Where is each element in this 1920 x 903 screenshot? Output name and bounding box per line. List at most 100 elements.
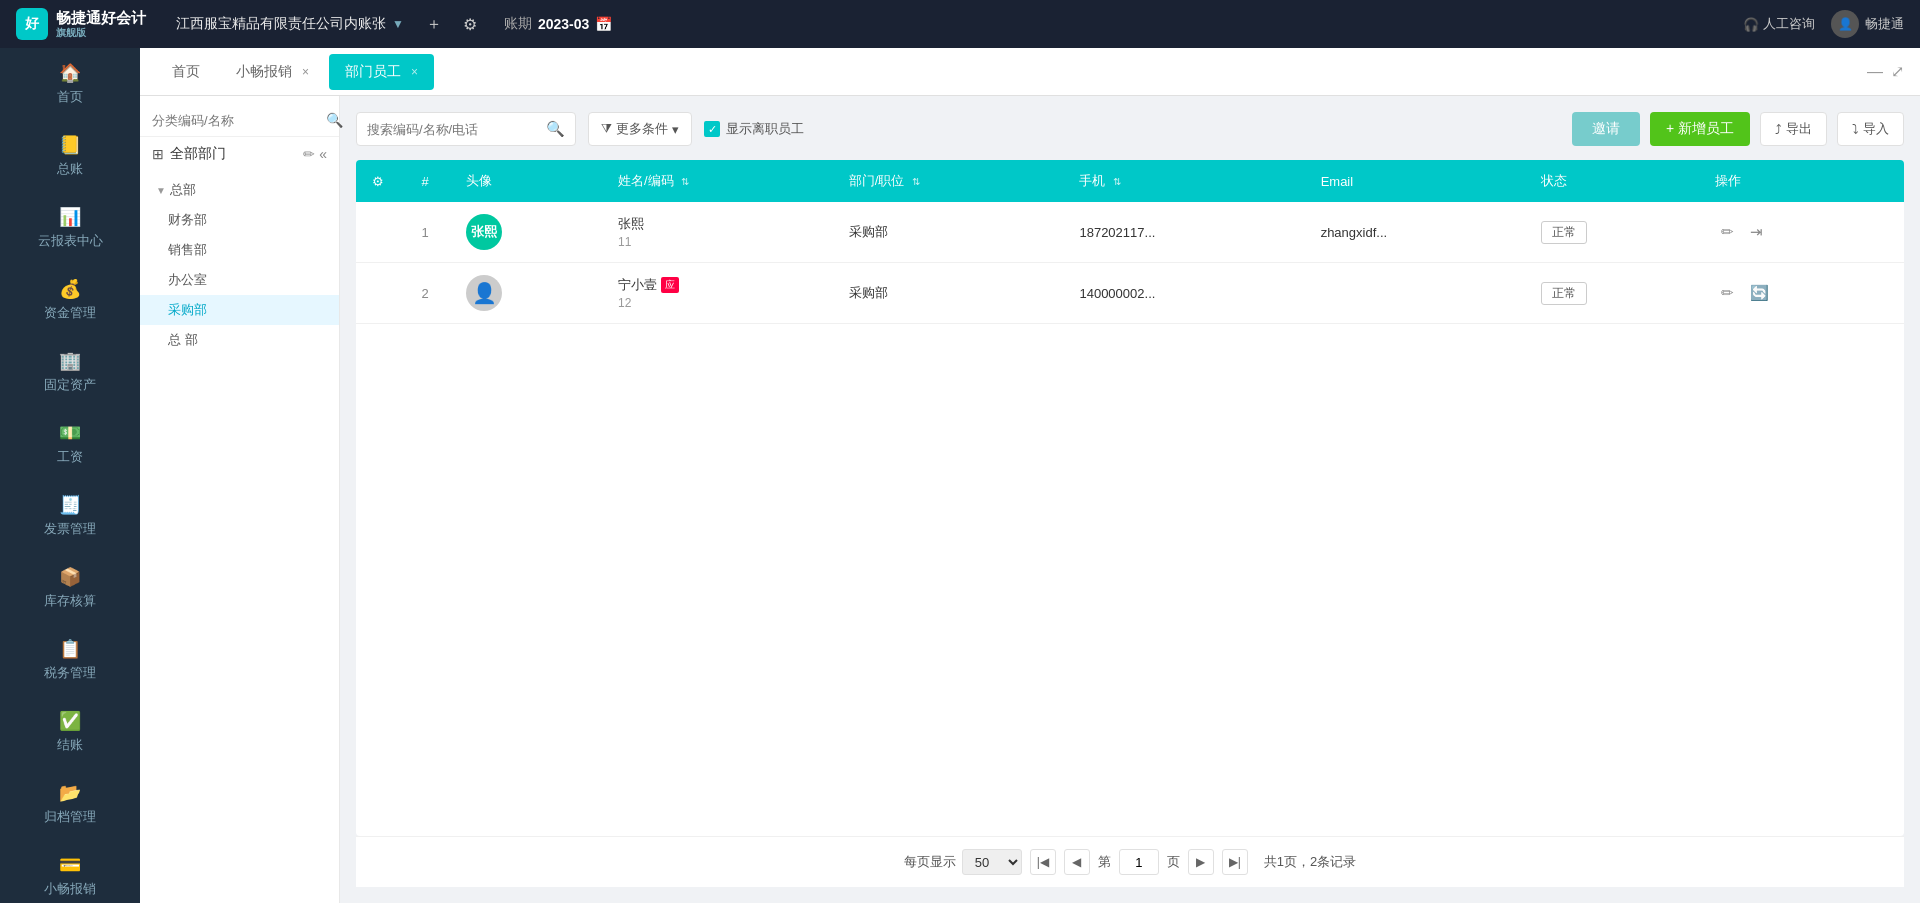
- avatar-person-icon: 👤: [472, 281, 497, 305]
- sidebar-item-asset[interactable]: 🏢 固定资产: [0, 336, 140, 408]
- page-next-button[interactable]: ▶: [1188, 849, 1214, 875]
- search-input[interactable]: [367, 122, 546, 137]
- col-avatar: 头像: [450, 160, 602, 202]
- sidebar-item-inventory[interactable]: 📦 库存核算: [0, 552, 140, 624]
- period-value: 2023-03: [538, 16, 589, 32]
- invite-button[interactable]: 邀请: [1572, 112, 1640, 146]
- cell-email-2: [1305, 263, 1525, 324]
- calendar-icon: 📅: [595, 16, 612, 32]
- export-label: 导出: [1786, 120, 1812, 138]
- dept-grid-icon: ⊞: [152, 146, 164, 162]
- dept-item-sales[interactable]: 销售部: [140, 235, 339, 265]
- export-button[interactable]: ⤴ 导出: [1760, 112, 1827, 146]
- dept-item-purchase[interactable]: 采购部: [140, 295, 339, 325]
- sidebar: 🏠 首页 📒 总账 📊 云报表中心 💰 资金管理 🏢 固定资产 💵 工资 🧾 发…: [0, 48, 140, 903]
- sidebar-item-payroll[interactable]: 💵 工资: [0, 408, 140, 480]
- tab-dept[interactable]: 部门员工 ×: [329, 54, 434, 90]
- search-wrap: 🔍: [356, 112, 576, 146]
- sidebar-item-label: 总账: [57, 160, 83, 178]
- export-icon: ⤴: [1775, 122, 1782, 137]
- name-code-1: 张熙 11: [618, 215, 817, 249]
- user-avatar: 👤: [1831, 10, 1859, 38]
- sidebar-item-general[interactable]: 📒 总账: [0, 120, 140, 192]
- name-code-2: 宁小壹 应 12: [618, 276, 817, 310]
- expense-icon: 💳: [59, 854, 81, 876]
- logout-button-1[interactable]: ⇥: [1744, 221, 1769, 243]
- page-label: 第: [1098, 853, 1111, 871]
- report-icon: 📊: [59, 206, 81, 228]
- sidebar-item-invoice[interactable]: 🧾 发票管理: [0, 480, 140, 552]
- sort-phone-icon: ⇅: [1113, 176, 1121, 187]
- tab-controls: — ⤢: [1867, 62, 1904, 81]
- archive-icon: 📂: [59, 782, 81, 804]
- per-page-label: 每页显示: [904, 853, 956, 871]
- avatar-1: 张熙: [466, 214, 502, 250]
- dept-item-finance[interactable]: 财务部: [140, 205, 339, 235]
- dept-search-input[interactable]: [152, 113, 320, 128]
- tab-home[interactable]: 首页: [156, 54, 216, 90]
- dept-edit-button[interactable]: ✏: [303, 146, 315, 162]
- page-last-button[interactable]: ▶|: [1222, 849, 1248, 875]
- edit-button-1[interactable]: ✏: [1715, 221, 1740, 243]
- period-area[interactable]: 账期 2023-03 📅: [504, 15, 612, 33]
- add-button[interactable]: ＋: [420, 10, 448, 38]
- tab-expense[interactable]: 小畅报销 ×: [220, 54, 325, 90]
- edit-button-2[interactable]: ✏: [1715, 282, 1740, 304]
- company-selector[interactable]: 江西服宝精品有限责任公司内账张 ▼: [176, 15, 404, 33]
- settings-button[interactable]: ⚙: [456, 10, 484, 38]
- page-first-button[interactable]: |◀: [1030, 849, 1056, 875]
- sidebar-item-archive[interactable]: 📂 归档管理: [0, 768, 140, 840]
- show-resigned-checkbox[interactable]: ✓ 显示离职员工: [704, 120, 804, 138]
- top-header: 好 畅捷通好会计 旗舰版 江西服宝精品有限责任公司内账张 ▼ ＋ ⚙ 账期 20…: [0, 0, 1920, 48]
- cell-ops-1: ✏ ⇥: [1699, 202, 1904, 263]
- search-button[interactable]: 🔍: [546, 120, 565, 138]
- sidebar-item-expense[interactable]: 💳 小畅报销: [0, 840, 140, 903]
- main-layout: 🏠 首页 📒 总账 📊 云报表中心 💰 资金管理 🏢 固定资产 💵 工资 🧾 发…: [0, 48, 1920, 903]
- sidebar-item-label: 归档管理: [44, 808, 96, 826]
- sidebar-item-fund[interactable]: 💰 资金管理: [0, 264, 140, 336]
- sidebar-item-settle[interactable]: ✅ 结账: [0, 696, 140, 768]
- cell-settings-2: [356, 263, 400, 324]
- show-resigned-label: 显示离职员工: [726, 120, 804, 138]
- tab-expense-close[interactable]: ×: [302, 65, 309, 79]
- pagination: 每页显示 50 10 20 100 |◀ ◀ 第 页 ▶ ▶|: [356, 836, 1904, 887]
- cell-name-1: 张熙 11: [602, 202, 833, 263]
- tab-dept-close[interactable]: ×: [411, 65, 418, 79]
- filter-arrow-icon: ▾: [672, 122, 679, 137]
- page-body: 🔍 ⊞ 全部部门 ✏ « ▼ 总部 财务: [140, 96, 1920, 903]
- user-area[interactable]: 👤 畅捷通: [1831, 10, 1904, 38]
- sidebar-item-tax[interactable]: 📋 税务管理: [0, 624, 140, 696]
- inventory-icon: 📦: [59, 566, 81, 588]
- col-status: 状态: [1525, 160, 1699, 202]
- sidebar-item-home[interactable]: 🏠 首页: [0, 48, 140, 120]
- service-button[interactable]: 🎧 人工咨询: [1743, 15, 1815, 33]
- tax-icon: 📋: [59, 638, 81, 660]
- sidebar-item-report[interactable]: 📊 云报表中心: [0, 192, 140, 264]
- col-name[interactable]: 姓名/编码 ⇅: [602, 160, 833, 202]
- refresh-button-2[interactable]: 🔄: [1744, 282, 1775, 304]
- filter-button[interactable]: ⧩ 更多条件 ▾: [588, 112, 692, 146]
- per-page-select[interactable]: 50 10 20 100: [962, 849, 1022, 875]
- dept-all-header[interactable]: ⊞ 全部部门 ✏ «: [140, 137, 339, 171]
- app-version: 旗舰版: [56, 26, 146, 40]
- tab-minimize-button[interactable]: —: [1867, 62, 1883, 81]
- dept-tree: ▼ 总部 财务部 销售部 办公室 采购部 总 部: [140, 171, 339, 367]
- cell-name-2: 宁小壹 应 12: [602, 263, 833, 324]
- dept-collapse-button[interactable]: «: [319, 146, 327, 162]
- dept-group-label-hq[interactable]: ▼ 总部: [140, 175, 339, 205]
- col-phone[interactable]: 手机 ⇅: [1063, 160, 1304, 202]
- page-input[interactable]: [1119, 849, 1159, 875]
- cell-num-1: 1: [400, 202, 450, 263]
- col-settings[interactable]: ⚙: [356, 160, 400, 202]
- col-dept[interactable]: 部门/职位 ⇅: [833, 160, 1064, 202]
- header-right: 🎧 人工咨询 👤 畅捷通: [1743, 10, 1904, 38]
- dept-item-office[interactable]: 办公室: [140, 265, 339, 295]
- tab-maximize-button[interactable]: ⤢: [1891, 62, 1904, 81]
- add-employee-button[interactable]: + 新增员工: [1650, 112, 1750, 146]
- cell-dept-1: 采购部: [833, 202, 1064, 263]
- import-button[interactable]: ⤵ 导入: [1837, 112, 1904, 146]
- payroll-icon: 💵: [59, 422, 81, 444]
- page-prev-button[interactable]: ◀: [1064, 849, 1090, 875]
- dept-item-hq[interactable]: 总 部: [140, 325, 339, 355]
- fund-icon: 💰: [59, 278, 81, 300]
